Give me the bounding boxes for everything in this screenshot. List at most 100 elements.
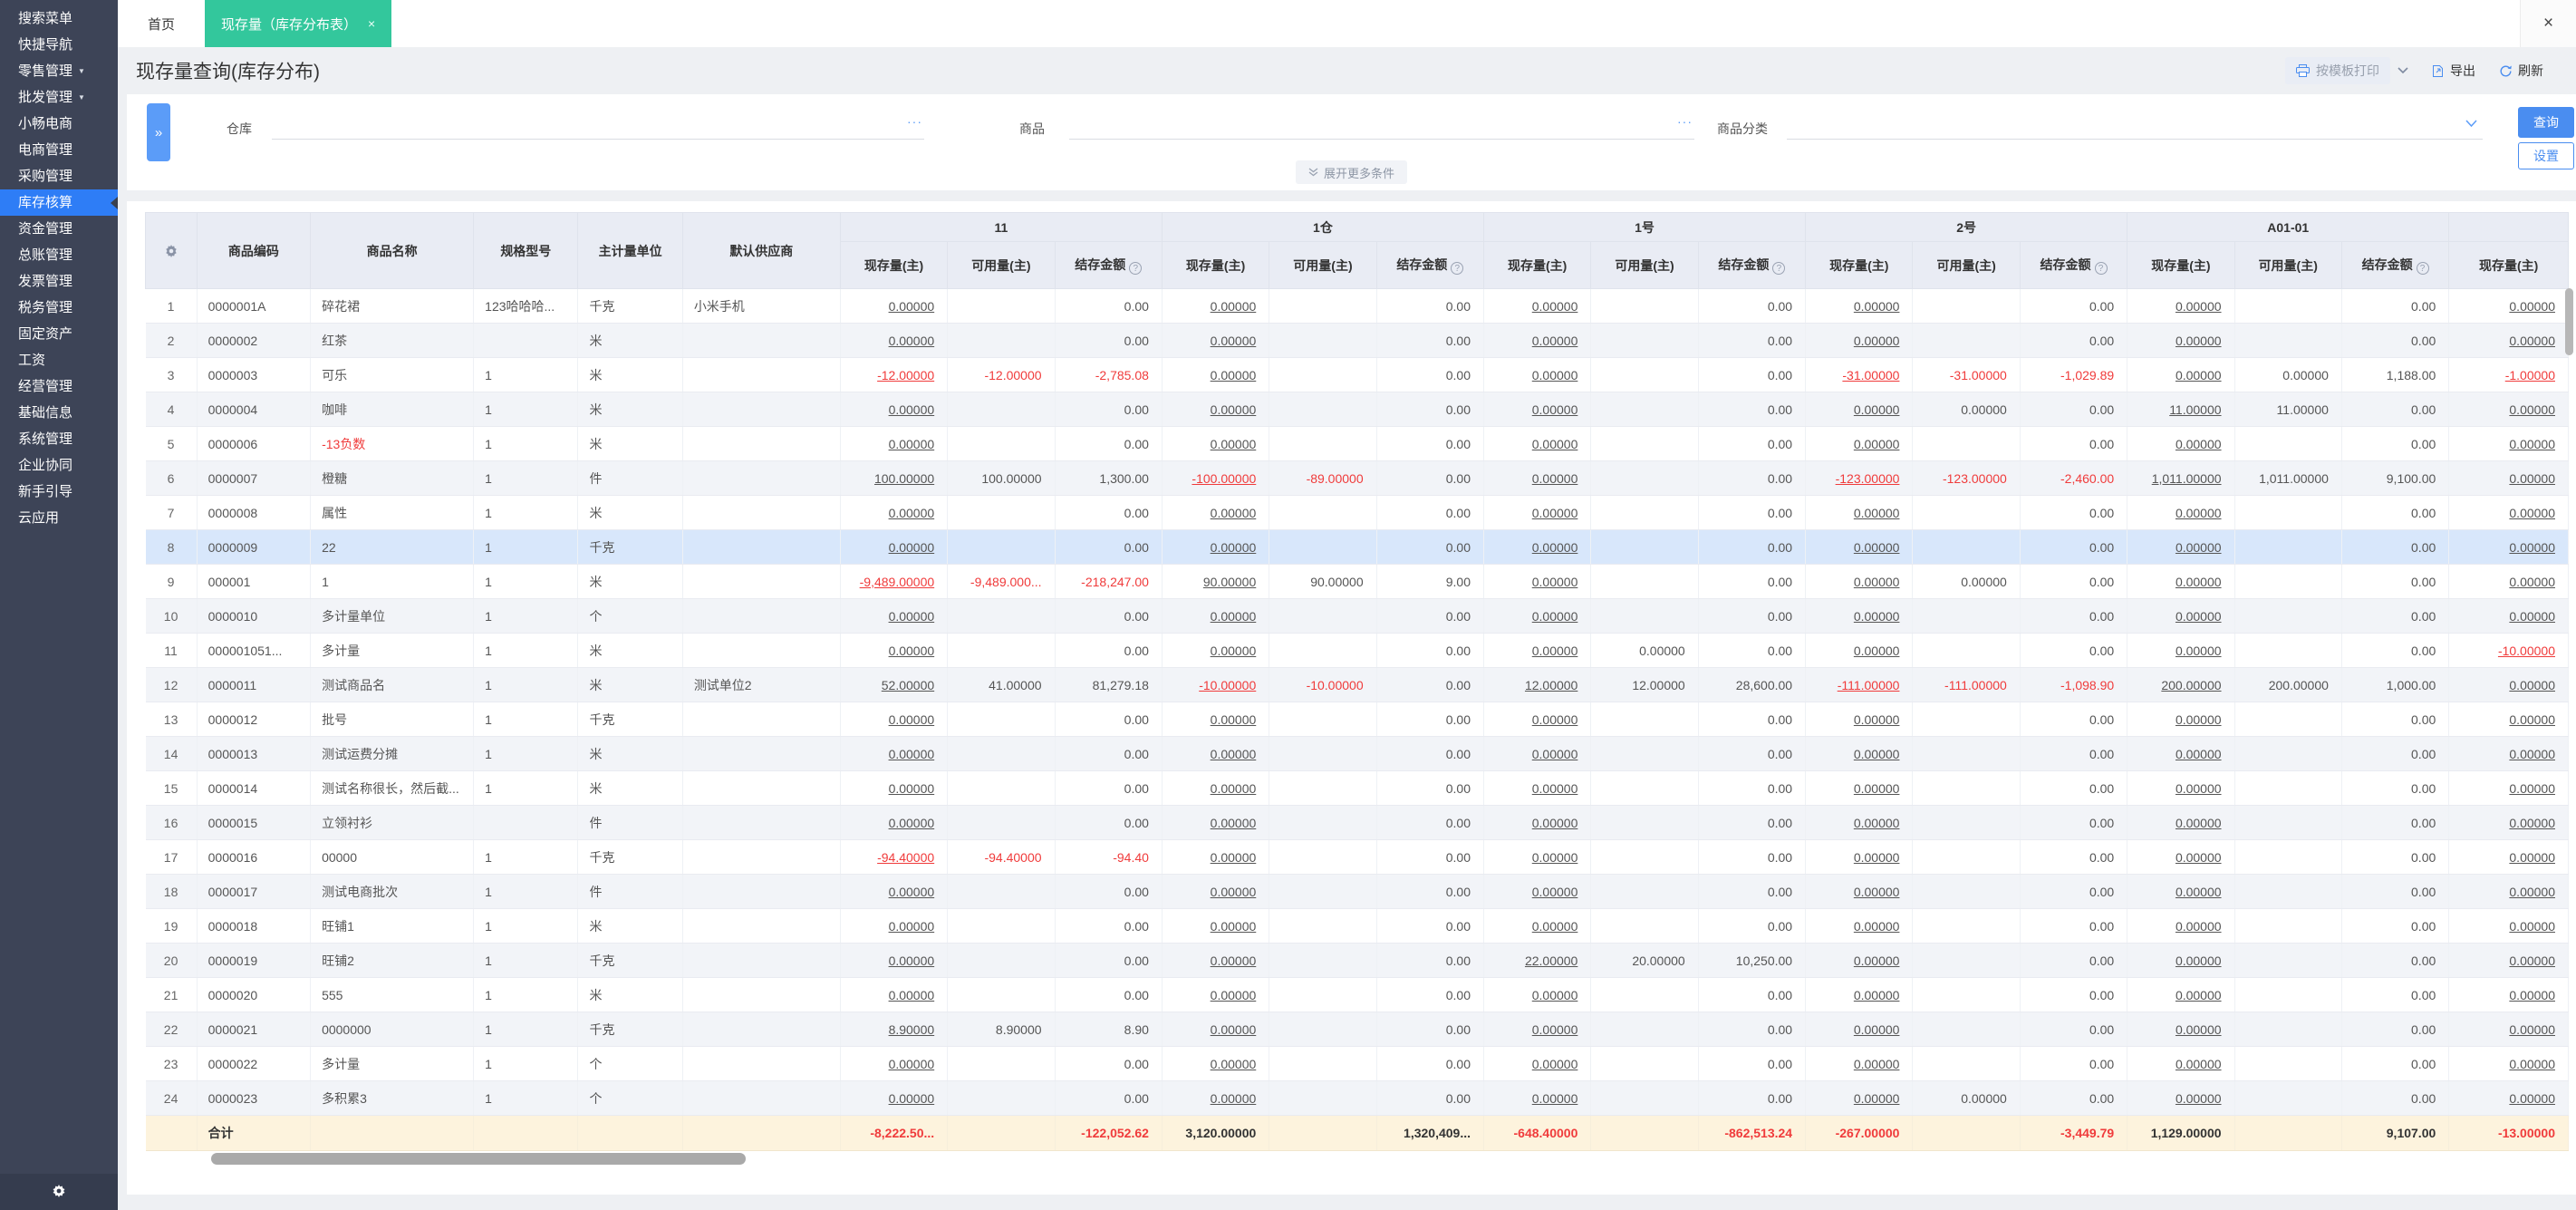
table-row[interactable]: 23 0000022 多计量 1 个 0.00000 0.00 0.00000 0.00 0.00… — [145, 1046, 2569, 1081]
cell-onhand-qty[interactable]: 0.00000 — [840, 805, 949, 840]
cell-onhand-qty[interactable]: 0.00000 — [840, 323, 949, 358]
table-row[interactable]: 22 0000021 0000000 1 千克 8.90000 8.90000 8.90 0.0… — [145, 1012, 2569, 1047]
cell-onhand-qty[interactable]: 0.00000 — [1162, 495, 1270, 530]
sidebar-item-工资[interactable]: 工资 — [0, 347, 118, 373]
cell-onhand-qty[interactable]: 0.00000 — [1805, 908, 1914, 944]
cell-onhand-qty[interactable]: 0.00000 — [1805, 1080, 1914, 1116]
table-row[interactable]: 16 0000015 立领衬衫件 0.00000 0.00 0.00000 0.00 0.00… — [145, 805, 2569, 840]
sidebar-item-发票管理[interactable]: 发票管理 — [0, 268, 118, 295]
cell-onhand-qty[interactable]: -100.00000 — [1162, 460, 1270, 496]
cell-onhand-qty[interactable]: 200.00000 — [2127, 667, 2235, 702]
sidebar-item-经营管理[interactable]: 经营管理 — [0, 373, 118, 400]
cell-onhand-qty[interactable]: 0.00000 — [1483, 529, 1592, 565]
horizontal-scrollbar-thumb[interactable] — [211, 1153, 746, 1165]
cell-onhand-qty[interactable]: 0.00000 — [2127, 323, 2235, 358]
cell-onhand-qty[interactable]: 0.00000 — [1805, 495, 1914, 530]
cell-onhand-qty[interactable]: 0.00000 — [1162, 1012, 1270, 1047]
sidebar-item-零售管理[interactable]: 零售管理 ▼ — [0, 58, 118, 84]
cell-onhand-qty[interactable]: 0.00000 — [1483, 460, 1592, 496]
print-by-template-button[interactable]: 按模板打印 — [2285, 57, 2390, 84]
cell-onhand-qty[interactable]: 0.00000 — [1162, 288, 1270, 324]
cell-onhand-qty[interactable]: 0.00000 — [2127, 805, 2235, 840]
cell-onhand-qty[interactable]: 0.00000 — [2127, 1046, 2235, 1081]
cell-onhand-qty[interactable]: 0.00000 — [840, 736, 949, 771]
cell-onhand-qty[interactable]: 0.00000 — [1805, 564, 1914, 599]
cell-onhand-qty[interactable]: 0.00000 — [2127, 736, 2235, 771]
table-row[interactable]: 5 0000006 -13负数 1 米 0.00000 0.00 0.00000 0.00 0.0… — [145, 426, 2569, 461]
cell-onhand-qty[interactable]: 0.00000 — [2127, 702, 2235, 737]
cell-onhand-qty[interactable]: 0.00000 — [1162, 702, 1270, 737]
warehouse-input[interactable]: ··· — [272, 109, 924, 140]
sidebar-item-企业协同[interactable]: 企业协同 — [0, 452, 118, 479]
cell-onhand-qty[interactable]: 0.00000 — [1162, 357, 1270, 392]
cell-onhand-qty[interactable]: 0.00000 — [1805, 736, 1914, 771]
cell-onhand-qty[interactable]: 0.00000 — [1483, 357, 1592, 392]
cell-onhand-qty[interactable]: -12.00000 — [840, 357, 949, 392]
sidebar-item-总账管理[interactable]: 总账管理 — [0, 242, 118, 268]
tab-active-inventory[interactable]: 现存量（库存分布表） × — [205, 0, 392, 47]
cell-onhand-qty[interactable]: 0.00000 — [1162, 598, 1270, 634]
tab-close-icon[interactable]: × — [368, 16, 375, 31]
cell-onhand-qty[interactable]: 0.00000 — [2448, 426, 2569, 461]
cell-onhand-qty[interactable]: 0.00000 — [2127, 1012, 2235, 1047]
table-row[interactable]: 8 0000009 22 1 千克 0.00000 0.00 0.00000 0.00 0.000… — [145, 529, 2569, 565]
table-row[interactable]: 12 0000011 测试商品名 1 米测试单位2 52.00000 41.00000 81,… — [145, 667, 2569, 702]
cell-onhand-qty[interactable]: 0.00000 — [2127, 839, 2235, 875]
cell-onhand-qty[interactable]: 8.90000 — [840, 1012, 949, 1047]
table-row[interactable]: 19 0000018 旺铺1 1 米 0.00000 0.00 0.00000 0.00 0.00… — [145, 908, 2569, 944]
table-row[interactable]: 15 0000014 测试名称很长，然后截... 1 米 0.00000 0.00 0.000… — [145, 770, 2569, 806]
cell-onhand-qty[interactable]: 0.00000 — [1162, 805, 1270, 840]
sidebar-item-税务管理[interactable]: 税务管理 — [0, 295, 118, 321]
collapse-filter-button[interactable]: » — [147, 103, 170, 161]
cell-onhand-qty[interactable]: 0.00000 — [1483, 908, 1592, 944]
tab-home[interactable]: 首页 — [118, 0, 205, 47]
cell-onhand-qty[interactable]: 0.00000 — [840, 633, 949, 668]
cell-onhand-qty[interactable]: 0.00000 — [1805, 943, 1914, 978]
cell-onhand-qty[interactable]: 0.00000 — [2448, 736, 2569, 771]
cell-onhand-qty[interactable]: 0.00000 — [2127, 633, 2235, 668]
sidebar-item-小畅电商[interactable]: 小畅电商 — [0, 111, 118, 137]
query-button[interactable]: 查询 — [2518, 107, 2574, 138]
cell-onhand-qty[interactable]: 0.00000 — [1483, 495, 1592, 530]
sidebar-item-云应用[interactable]: 云应用 — [0, 505, 118, 531]
cell-onhand-qty[interactable]: 0.00000 — [1162, 392, 1270, 427]
cell-onhand-qty[interactable]: 0.00000 — [840, 392, 949, 427]
cell-onhand-qty[interactable]: 0.00000 — [2127, 357, 2235, 392]
warehouse-picker-dots-icon[interactable]: ··· — [907, 114, 922, 129]
column-settings-header[interactable] — [145, 212, 198, 289]
cell-onhand-qty[interactable]: -31.00000 — [1805, 357, 1914, 392]
sidebar-item-资金管理[interactable]: 资金管理 — [0, 216, 118, 242]
table-row[interactable]: 2 0000002 红茶米 0.00000 0.00 0.00000 0.00 0.00000… — [145, 323, 2569, 358]
cell-onhand-qty[interactable]: -9,489.00000 — [840, 564, 949, 599]
cell-onhand-qty[interactable]: 0.00000 — [2127, 977, 2235, 1012]
cell-onhand-qty[interactable]: -123.00000 — [1805, 460, 1914, 496]
table-row[interactable]: 3 0000003 可乐 1 米 -12.00000 -12.00000 -2,785.08 0… — [145, 357, 2569, 392]
gear-icon[interactable] — [52, 1185, 66, 1199]
category-select[interactable] — [1787, 109, 2483, 140]
cell-onhand-qty[interactable]: 0.00000 — [2127, 288, 2235, 324]
cell-onhand-qty[interactable]: 0.00000 — [2448, 943, 2569, 978]
cell-onhand-qty[interactable]: 0.00000 — [1162, 736, 1270, 771]
table-row[interactable]: 7 0000008 属性 1 米 0.00000 0.00 0.00000 0.00 0.0000… — [145, 495, 2569, 530]
table-row[interactable]: 24 0000023 多积累3 1 个 0.00000 0.00 0.00000 0.00 0.0… — [145, 1080, 2569, 1116]
cell-onhand-qty[interactable]: 0.00000 — [1162, 908, 1270, 944]
cell-onhand-qty[interactable]: 0.00000 — [1483, 288, 1592, 324]
cell-onhand-qty[interactable]: 0.00000 — [2448, 529, 2569, 565]
cell-onhand-qty[interactable]: 0.00000 — [1805, 392, 1914, 427]
cell-onhand-qty[interactable]: 0.00000 — [840, 770, 949, 806]
cell-onhand-qty[interactable]: -10.00000 — [2448, 633, 2569, 668]
table-row[interactable]: 14 0000013 测试运费分摊 1 米 0.00000 0.00 0.00000 0.00 0… — [145, 736, 2569, 771]
cell-onhand-qty[interactable]: 0.00000 — [2127, 495, 2235, 530]
refresh-button[interactable]: 刷新 — [2499, 62, 2543, 80]
print-dropdown-chevron-icon[interactable] — [2398, 67, 2408, 74]
sidebar-item-采购管理[interactable]: 采购管理 — [0, 163, 118, 189]
cell-onhand-qty[interactable]: 0.00000 — [2448, 392, 2569, 427]
cell-onhand-qty[interactable]: 0.00000 — [1483, 977, 1592, 1012]
cell-onhand-qty[interactable]: 0.00000 — [1162, 426, 1270, 461]
table-row[interactable]: 20 0000019 旺铺2 1 千克 0.00000 0.00 0.00000 0.00 22.… — [145, 943, 2569, 978]
sidebar-item-新手引导[interactable]: 新手引导 — [0, 479, 118, 505]
cell-onhand-qty[interactable]: 0.00000 — [2448, 770, 2569, 806]
sidebar-item-固定资产[interactable]: 固定资产 — [0, 321, 118, 347]
cell-onhand-qty[interactable]: 0.00000 — [2448, 805, 2569, 840]
cell-onhand-qty[interactable]: 0.00000 — [2448, 667, 2569, 702]
